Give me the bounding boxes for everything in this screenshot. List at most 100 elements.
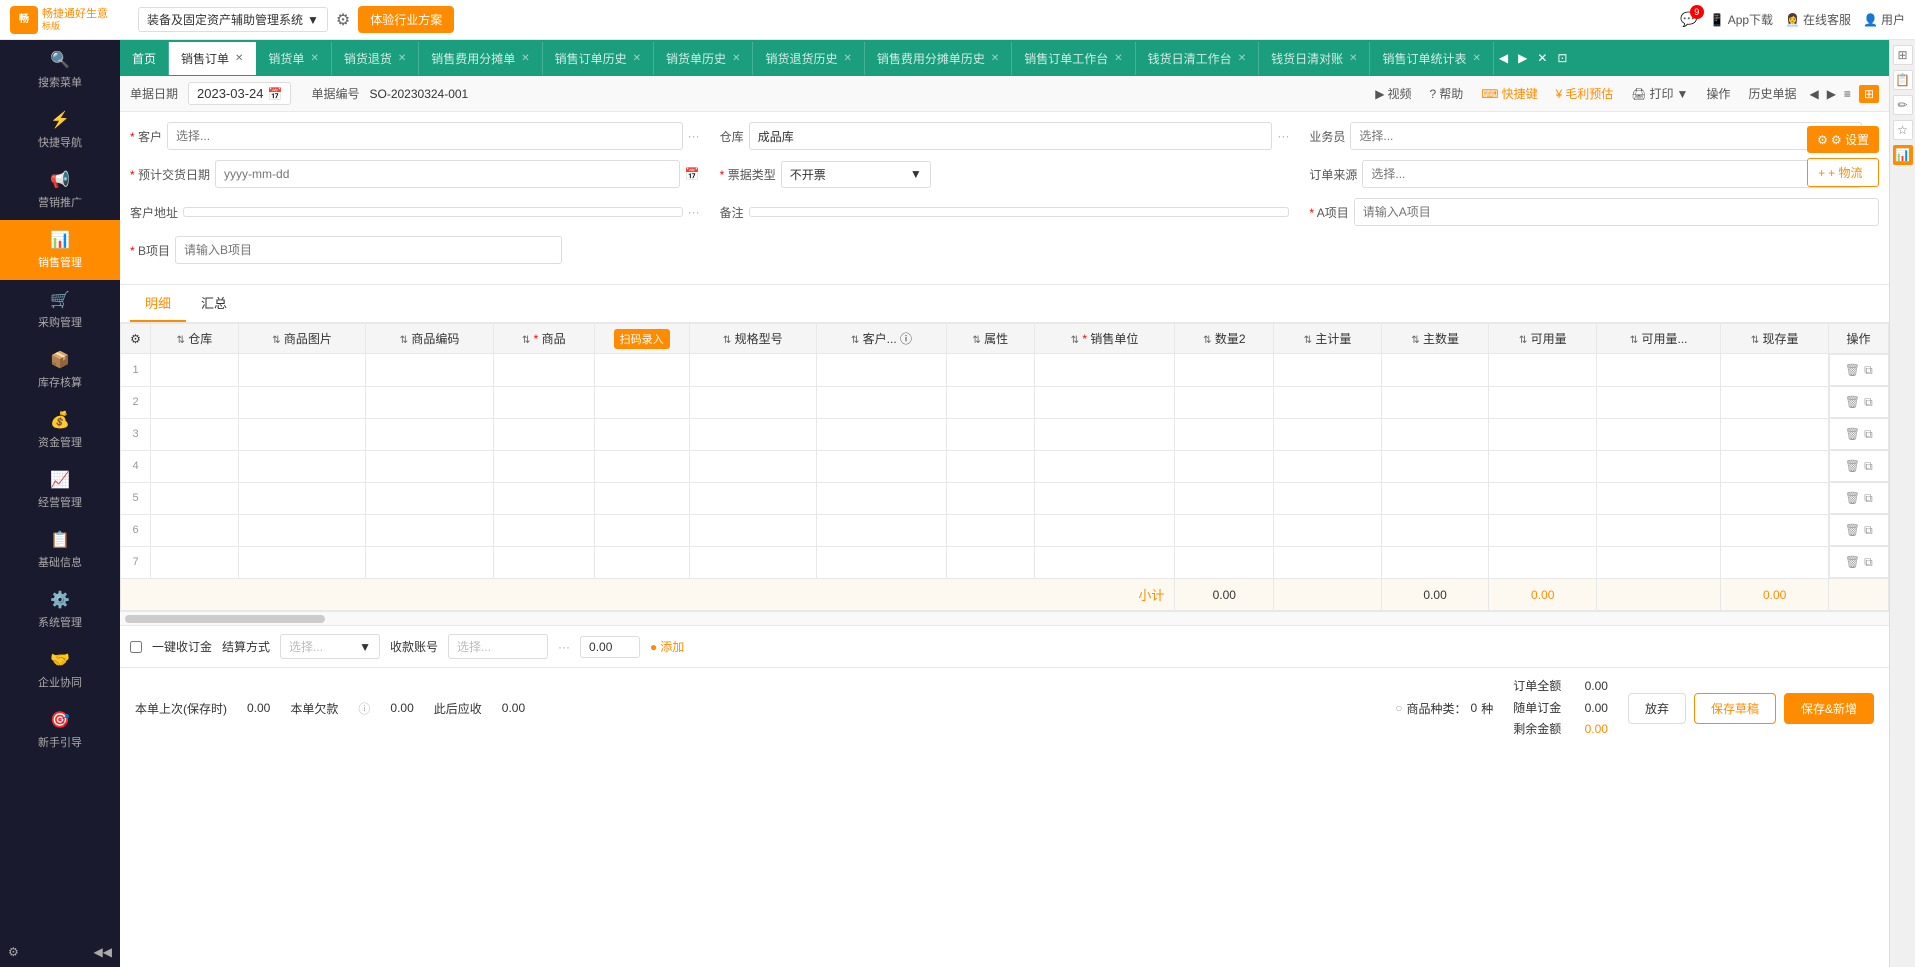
tab-close-icon[interactable]: ✕ bbox=[732, 53, 740, 64]
tab-order-stats[interactable]: 销售订单统计表 ✕ bbox=[1370, 42, 1493, 75]
save-draft-button[interactable]: 保存草稿 bbox=[1694, 693, 1776, 724]
tab-close-icon[interactable]: ✕ bbox=[521, 53, 529, 64]
col-attr[interactable]: ⇅ 属性 bbox=[946, 324, 1034, 354]
tab-sales-return[interactable]: 销货退货 ✕ bbox=[332, 42, 419, 75]
list-view-icon[interactable]: ⊞ bbox=[1859, 85, 1879, 103]
row-customer-code[interactable] bbox=[817, 354, 947, 387]
tab-sales-expense[interactable]: 销售费用分摊单 ✕ bbox=[419, 42, 542, 75]
sidebar-item-search[interactable]: 🔍 搜索菜单 bbox=[0, 40, 120, 100]
col-unit[interactable]: ⇅ * 销售单位 bbox=[1034, 324, 1175, 354]
tab-close-icon[interactable]: ✕ bbox=[633, 53, 641, 64]
tab-sales-return-history[interactable]: 销货退货历史 ✕ bbox=[753, 42, 864, 75]
panel-btn-5[interactable]: 📊 bbox=[1893, 145, 1913, 165]
sidebar-item-basic-info[interactable]: 📋 基础信息 bbox=[0, 520, 120, 580]
row-warehouse[interactable] bbox=[151, 354, 239, 387]
auto-collect-checkbox[interactable] bbox=[130, 641, 142, 653]
tab-home[interactable]: 首页 bbox=[120, 42, 169, 75]
sidebar-item-inventory[interactable]: 📦 库存核算 bbox=[0, 340, 120, 400]
row-delete-icon[interactable]: 🗑 bbox=[1845, 395, 1860, 409]
grid-view-icon[interactable]: ≡ bbox=[1844, 87, 1851, 101]
tab-order-workbench[interactable]: 销售订单工作台 ✕ bbox=[1012, 42, 1135, 75]
col-customer-code[interactable]: ⇅ 客户... ⓘ bbox=[817, 324, 947, 354]
row-copy-icon[interactable]: ⧉ bbox=[1864, 523, 1873, 538]
tab-sales-order[interactable]: 销售订单 ✕ bbox=[169, 42, 256, 75]
row-code[interactable] bbox=[366, 354, 494, 387]
tab-sales-delivery-history[interactable]: 销货单历史 ✕ bbox=[654, 42, 753, 75]
col-current[interactable]: ⇅ 现存量 bbox=[1721, 324, 1829, 354]
tab-sales-order-history[interactable]: 销售订单历史 ✕ bbox=[543, 42, 654, 75]
row-delete-icon[interactable]: 🗑 bbox=[1845, 363, 1860, 377]
amount-input[interactable]: 0.00 bbox=[580, 636, 640, 658]
tab-close-icon[interactable]: ✕ bbox=[1238, 53, 1246, 64]
sidebar-item-marketing[interactable]: 📢 营销推广 bbox=[0, 160, 120, 220]
system-dropdown[interactable]: 装备及固定资产辅助管理系统 ▼ bbox=[138, 7, 328, 32]
col-img[interactable]: ⇅ 商品图片 bbox=[238, 324, 366, 354]
row-attr[interactable] bbox=[946, 354, 1034, 387]
address-dots[interactable]: ··· bbox=[688, 205, 700, 219]
col-available2[interactable]: ⇅ 可用量... bbox=[1597, 324, 1721, 354]
tab-expense-history[interactable]: 销售费用分摊单历史 ✕ bbox=[865, 42, 1012, 75]
row-product[interactable] bbox=[493, 354, 594, 387]
tab-close-all-icon[interactable]: ✕ bbox=[1532, 51, 1552, 65]
row-copy-icon[interactable]: ⧉ bbox=[1864, 363, 1873, 378]
sidebar-item-enterprise[interactable]: 🤝 企业协同 bbox=[0, 640, 120, 700]
nav-prev-icon[interactable]: ◀ bbox=[1809, 87, 1818, 101]
tab-close-icon[interactable]: ✕ bbox=[310, 53, 318, 64]
add-button[interactable]: ● 添加 bbox=[650, 638, 684, 655]
row-copy-icon[interactable]: ⧉ bbox=[1864, 395, 1873, 410]
logistics-button[interactable]: + + 物流 bbox=[1807, 158, 1879, 187]
date-field[interactable]: 2023-03-24 📅 bbox=[188, 82, 291, 105]
tab-close-icon[interactable]: ✕ bbox=[991, 53, 999, 64]
tab-close-icon[interactable]: ✕ bbox=[843, 53, 851, 64]
table-scrollbar[interactable] bbox=[120, 611, 1889, 625]
calendar-icon[interactable]: 📅 bbox=[685, 167, 700, 181]
account-dots[interactable]: ··· bbox=[558, 640, 570, 654]
panel-btn-1[interactable]: ⊞ bbox=[1893, 45, 1913, 65]
row-copy-icon[interactable]: ⧉ bbox=[1864, 491, 1873, 506]
notification-area[interactable]: 💬 9 bbox=[1680, 11, 1697, 28]
col-spec[interactable]: ⇅ 规格型号 bbox=[689, 324, 817, 354]
delivery-input[interactable] bbox=[215, 160, 680, 188]
tab-daily-workbench[interactable]: 钱货日清工作台 ✕ bbox=[1136, 42, 1259, 75]
sidebar-item-sales[interactable]: 📊 销售管理 bbox=[0, 220, 120, 280]
tab-close-icon[interactable]: ✕ bbox=[235, 53, 243, 64]
scan-button[interactable]: 扫码录入 bbox=[614, 329, 670, 349]
row-spec[interactable] bbox=[689, 354, 817, 387]
row-copy-icon[interactable]: ⧉ bbox=[1864, 459, 1873, 474]
col-scan[interactable]: 扫码录入 bbox=[594, 324, 689, 354]
history-btn[interactable]: 历史单据 bbox=[1743, 83, 1801, 104]
project-a-input[interactable] bbox=[1354, 198, 1879, 226]
tab-next-icon[interactable]: ▶ bbox=[1513, 51, 1532, 65]
tab-close-icon[interactable]: ✕ bbox=[398, 53, 406, 64]
discard-button[interactable]: 放弃 bbox=[1628, 693, 1686, 724]
panel-btn-4[interactable]: ☆ bbox=[1893, 120, 1913, 140]
row-qty2[interactable] bbox=[1175, 354, 1274, 387]
settings-bottom-icon[interactable]: ⚙ bbox=[8, 945, 19, 959]
sidebar-item-purchase[interactable]: 🛒 采购管理 bbox=[0, 280, 120, 340]
address-input[interactable] bbox=[183, 207, 683, 217]
row-delete-icon[interactable]: 🗑 bbox=[1845, 523, 1860, 537]
remark-input[interactable] bbox=[749, 207, 1290, 217]
col-product[interactable]: ⇅ * 商品 bbox=[493, 324, 594, 354]
collapse-sidebar-icon[interactable]: ◀◀ bbox=[94, 945, 112, 959]
warehouse-input[interactable] bbox=[749, 122, 1273, 150]
col-main-unit[interactable]: ⇅ 主计量 bbox=[1274, 324, 1382, 354]
row-img[interactable] bbox=[238, 354, 366, 387]
col-code[interactable]: ⇅ 商品编码 bbox=[366, 324, 494, 354]
row-unit[interactable] bbox=[1034, 354, 1175, 387]
row-delete-icon[interactable]: 🗑 bbox=[1845, 459, 1860, 473]
save-new-button[interactable]: 保存&新增 bbox=[1784, 693, 1874, 724]
profit-btn[interactable]: ¥ 毛利预估 bbox=[1551, 83, 1619, 104]
customer-input[interactable] bbox=[167, 122, 683, 150]
settings-button[interactable]: ⚙ ⚙ 设置 bbox=[1807, 126, 1879, 153]
tab-close-icon[interactable]: ✕ bbox=[1349, 53, 1357, 64]
row-main-unit[interactable] bbox=[1274, 354, 1382, 387]
sidebar-item-business[interactable]: 📈 经营管理 bbox=[0, 460, 120, 520]
industry-button[interactable]: 体验行业方案 bbox=[358, 6, 454, 33]
col-settings[interactable]: ⚙ bbox=[121, 324, 151, 354]
col-available[interactable]: ⇅ 可用量 bbox=[1489, 324, 1597, 354]
row-delete-icon[interactable]: 🗑 bbox=[1845, 427, 1860, 441]
col-qty2[interactable]: ⇅ 数量2 bbox=[1175, 324, 1274, 354]
row-main-qty[interactable] bbox=[1381, 354, 1489, 387]
tab-sales-delivery[interactable]: 销货单 ✕ bbox=[256, 42, 331, 75]
